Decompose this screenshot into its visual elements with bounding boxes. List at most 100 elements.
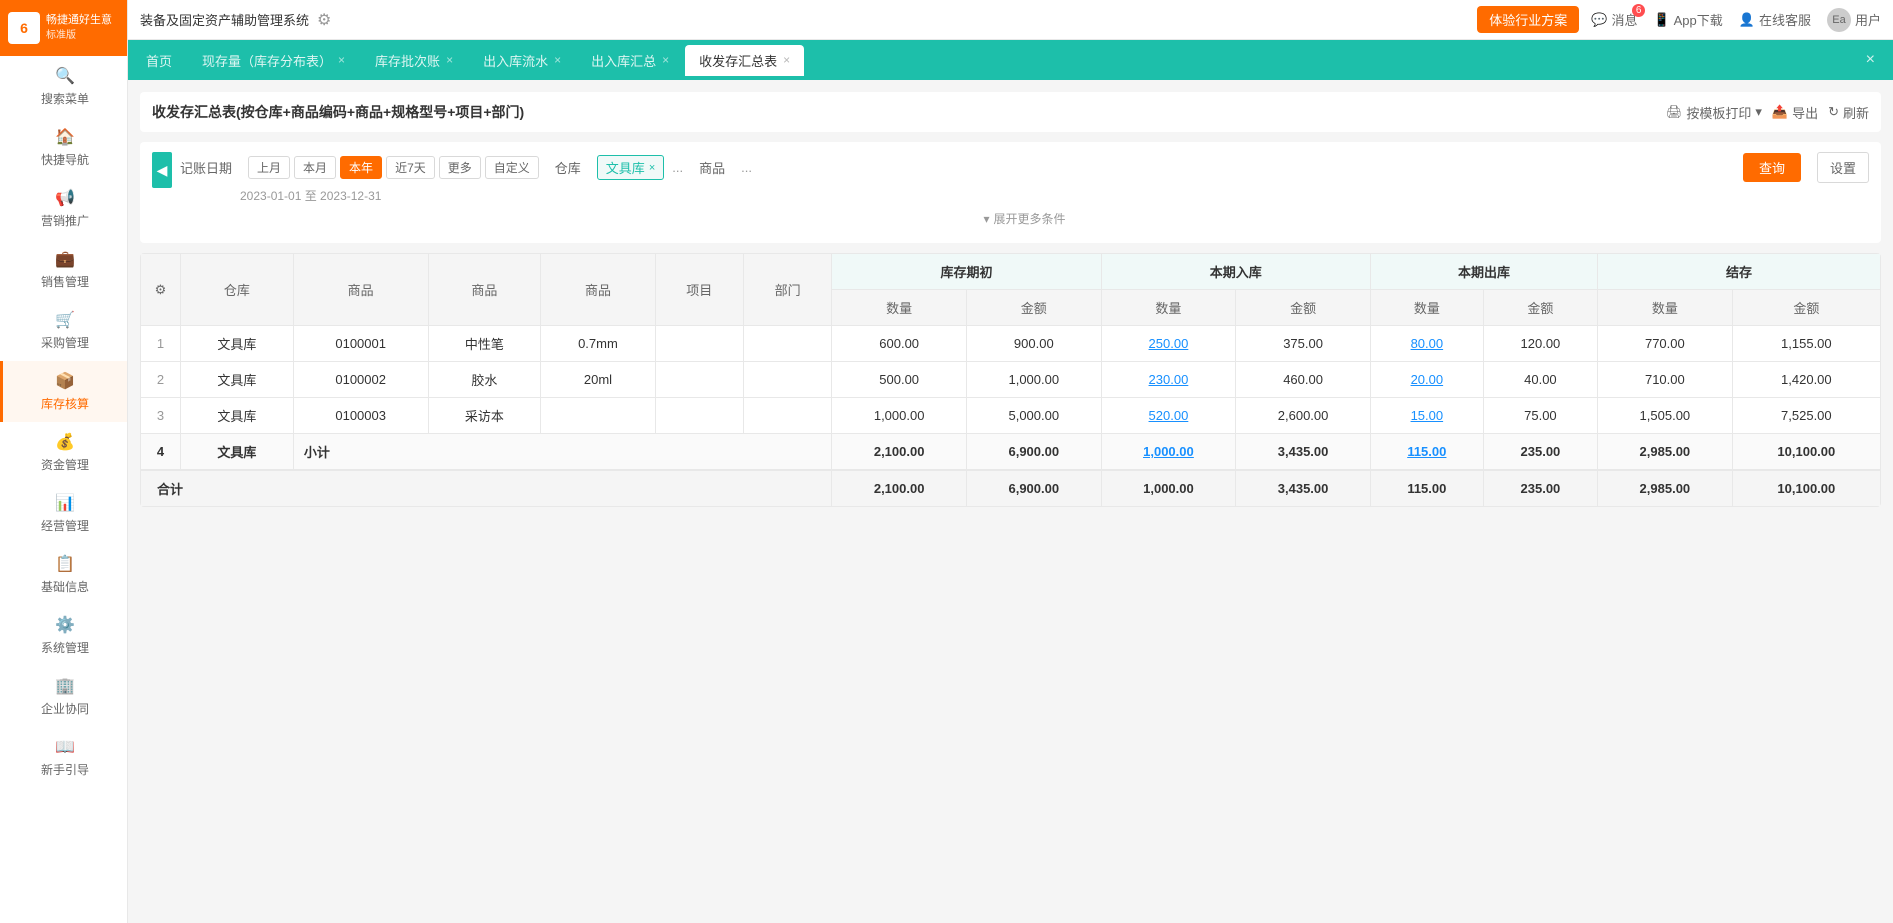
col-settings[interactable]: ⚙: [141, 254, 181, 326]
row-out-qty[interactable]: 80.00: [1370, 326, 1483, 362]
row-bal-amt: 7,525.00: [1732, 398, 1880, 434]
date-btn-custom[interactable]: 自定义: [485, 156, 539, 179]
row-in-qty[interactable]: 520.00: [1101, 398, 1236, 434]
col-group-open: 库存期初: [832, 254, 1101, 290]
avatar: Ea: [1827, 8, 1851, 32]
tab-recv-send-summary[interactable]: 收发存汇总表 ×: [685, 45, 804, 76]
online-service-button[interactable]: 👤 在线客服: [1739, 10, 1811, 29]
tab-close-recv-send[interactable]: ×: [783, 53, 790, 67]
warehouse-filter: 文具库 × ...: [597, 155, 683, 180]
date-btn-7days[interactable]: 近7天: [386, 156, 435, 179]
row-open-amt: 5,000.00: [966, 398, 1101, 434]
filter-collapse-arrow[interactable]: ◀: [152, 152, 172, 188]
table-row: 3 文具库 0100003 采访本 1,000.00 5,000.00 520.…: [141, 398, 1881, 434]
date-btn-this-month[interactable]: 本月: [294, 156, 336, 179]
col-bal-qty: 数量: [1598, 290, 1733, 326]
sidebar-item-quicknav[interactable]: 🏠 快捷导航: [0, 117, 127, 178]
row-in-amt: 2,600.00: [1236, 398, 1371, 434]
sidebar-item-finance[interactable]: 💰 资金管理: [0, 422, 127, 483]
tab-bar: 首页 现存量（库存分布表） × 库存批次账 × 出入库流水 × 出入库汇总 × …: [128, 40, 1893, 80]
print-button[interactable]: 🖨 按模板打印 ▾: [1666, 103, 1762, 122]
total-in-qty: 1,000.00: [1101, 470, 1236, 507]
app-download-button[interactable]: 📱 App下载: [1653, 10, 1722, 29]
row-spec: [541, 398, 655, 434]
tab-inout-flow[interactable]: 出入库流水 ×: [469, 45, 575, 76]
sidebar-item-guide[interactable]: 📖 新手引导: [0, 727, 127, 788]
sidebar-item-purchase[interactable]: 🛒 采购管理: [0, 300, 127, 361]
export-icon: 📤: [1772, 104, 1788, 120]
sidebar-item-operations[interactable]: 📊 经营管理: [0, 483, 127, 544]
row-warehouse: 文具库: [181, 326, 294, 362]
row-in-qty[interactable]: 230.00: [1101, 362, 1236, 398]
row-open-qty: 600.00: [832, 326, 967, 362]
date-label: 记账日期: [180, 158, 232, 177]
date-range-display: 2023-01-01 至 2023-12-31: [240, 187, 1869, 204]
tab-inout-summary[interactable]: 出入库汇总 ×: [577, 45, 683, 76]
col-spec: 商品: [541, 254, 655, 326]
row-name: 中性笔: [428, 326, 541, 362]
operations-icon: 📊: [55, 493, 75, 513]
basic-icon: 📋: [55, 554, 75, 574]
tab-inventory-dist[interactable]: 现存量（库存分布表） ×: [188, 45, 359, 76]
logo-icon: 6: [8, 12, 40, 44]
tab-batch-account[interactable]: 库存批次账 ×: [361, 45, 467, 76]
col-open-qty: 数量: [832, 290, 967, 326]
row-name: 胶水: [428, 362, 541, 398]
row-bal-amt: 1,155.00: [1732, 326, 1880, 362]
sidebar-item-enterprise[interactable]: 🏢 企业协同: [0, 666, 127, 727]
sidebar-item-inventory[interactable]: 📦 库存核算: [0, 361, 127, 422]
table-row: 2 文具库 0100002 胶水 20ml 500.00 1,000.00 23…: [141, 362, 1881, 398]
enterprise-icon: 🏢: [55, 676, 75, 696]
row-spec: 20ml: [541, 362, 655, 398]
sidebar-item-sales[interactable]: 💼 销售管理: [0, 239, 127, 300]
message-button[interactable]: 💬 消息 6: [1591, 10, 1637, 29]
subtotal-out-qty[interactable]: 115.00: [1370, 434, 1483, 471]
row-project: [655, 362, 743, 398]
row-spec: 0.7mm: [541, 326, 655, 362]
inventory-icon: 📦: [55, 371, 75, 391]
sidebar-item-search[interactable]: 🔍 搜索菜单: [0, 56, 127, 117]
col-warehouse: 仓库: [181, 254, 294, 326]
total-row: 合计 2,100.00 6,900.00 1,000.00 3,435.00 1…: [141, 470, 1881, 507]
date-btn-more[interactable]: 更多: [439, 156, 481, 179]
date-btn-this-year[interactable]: 本年: [340, 156, 382, 179]
export-button[interactable]: 📤 导出: [1772, 103, 1818, 122]
content-area: 收发存汇总表(按仓库+商品编码+商品+规格型号+项目+部门) 🖨 按模板打印 ▾…: [128, 80, 1893, 923]
row-bal-qty: 710.00: [1598, 362, 1733, 398]
sidebar-item-basic[interactable]: 📋 基础信息: [0, 544, 127, 605]
sidebar-nav: 🔍 搜索菜单 🏠 快捷导航 📢 营销推广 💼 销售管理 🛒 采购管理 📦 库存核…: [0, 56, 127, 923]
subtotal-seq: 4: [141, 434, 181, 471]
sidebar-item-system[interactable]: ⚙️ 系统管理: [0, 605, 127, 666]
col-out-amt: 金额: [1483, 290, 1597, 326]
expand-conditions-button[interactable]: ▾ 展开更多条件: [983, 210, 1065, 227]
user-button[interactable]: Ea 用户: [1827, 8, 1881, 32]
setting-button[interactable]: 设置: [1817, 152, 1869, 183]
row-out-qty[interactable]: 15.00: [1370, 398, 1483, 434]
row-out-qty[interactable]: 20.00: [1370, 362, 1483, 398]
warehouse-more[interactable]: ...: [672, 160, 683, 175]
tab-home[interactable]: 首页: [132, 45, 186, 76]
warehouse-label: 仓库: [555, 158, 581, 177]
row-code: 0100002: [293, 362, 428, 398]
row-in-qty[interactable]: 250.00: [1101, 326, 1236, 362]
filter-bar: ◀ 记账日期 上月 本月 本年 近7天 更多 自定义 仓库: [140, 142, 1881, 243]
tab-close-inout-summary[interactable]: ×: [662, 53, 669, 67]
tab-close-batch[interactable]: ×: [446, 53, 453, 67]
sidebar-item-marketing[interactable]: 📢 营销推广: [0, 178, 127, 239]
gear-icon[interactable]: ⚙: [317, 10, 331, 30]
tab-close-inout-flow[interactable]: ×: [554, 53, 561, 67]
refresh-button[interactable]: ↻ 刷新: [1828, 103, 1869, 122]
goods-more[interactable]: ...: [741, 160, 752, 175]
date-btn-last-month[interactable]: 上月: [248, 156, 290, 179]
subtotal-in-qty[interactable]: 1,000.00: [1101, 434, 1236, 471]
page-actions: 🖨 按模板打印 ▾ 📤 导出 ↻ 刷新: [1666, 103, 1869, 122]
tab-close-all[interactable]: ×: [1852, 45, 1889, 75]
subtotal-open-qty: 2,100.00: [832, 434, 967, 471]
row-bal-qty: 770.00: [1598, 326, 1733, 362]
query-button[interactable]: 查询: [1743, 153, 1801, 182]
row-in-amt: 375.00: [1236, 326, 1371, 362]
tab-close-inventory-dist[interactable]: ×: [338, 53, 345, 67]
trial-button[interactable]: 体验行业方案: [1477, 6, 1579, 33]
row-seq: 1: [141, 326, 181, 362]
warehouse-tag-remove[interactable]: ×: [649, 162, 655, 174]
